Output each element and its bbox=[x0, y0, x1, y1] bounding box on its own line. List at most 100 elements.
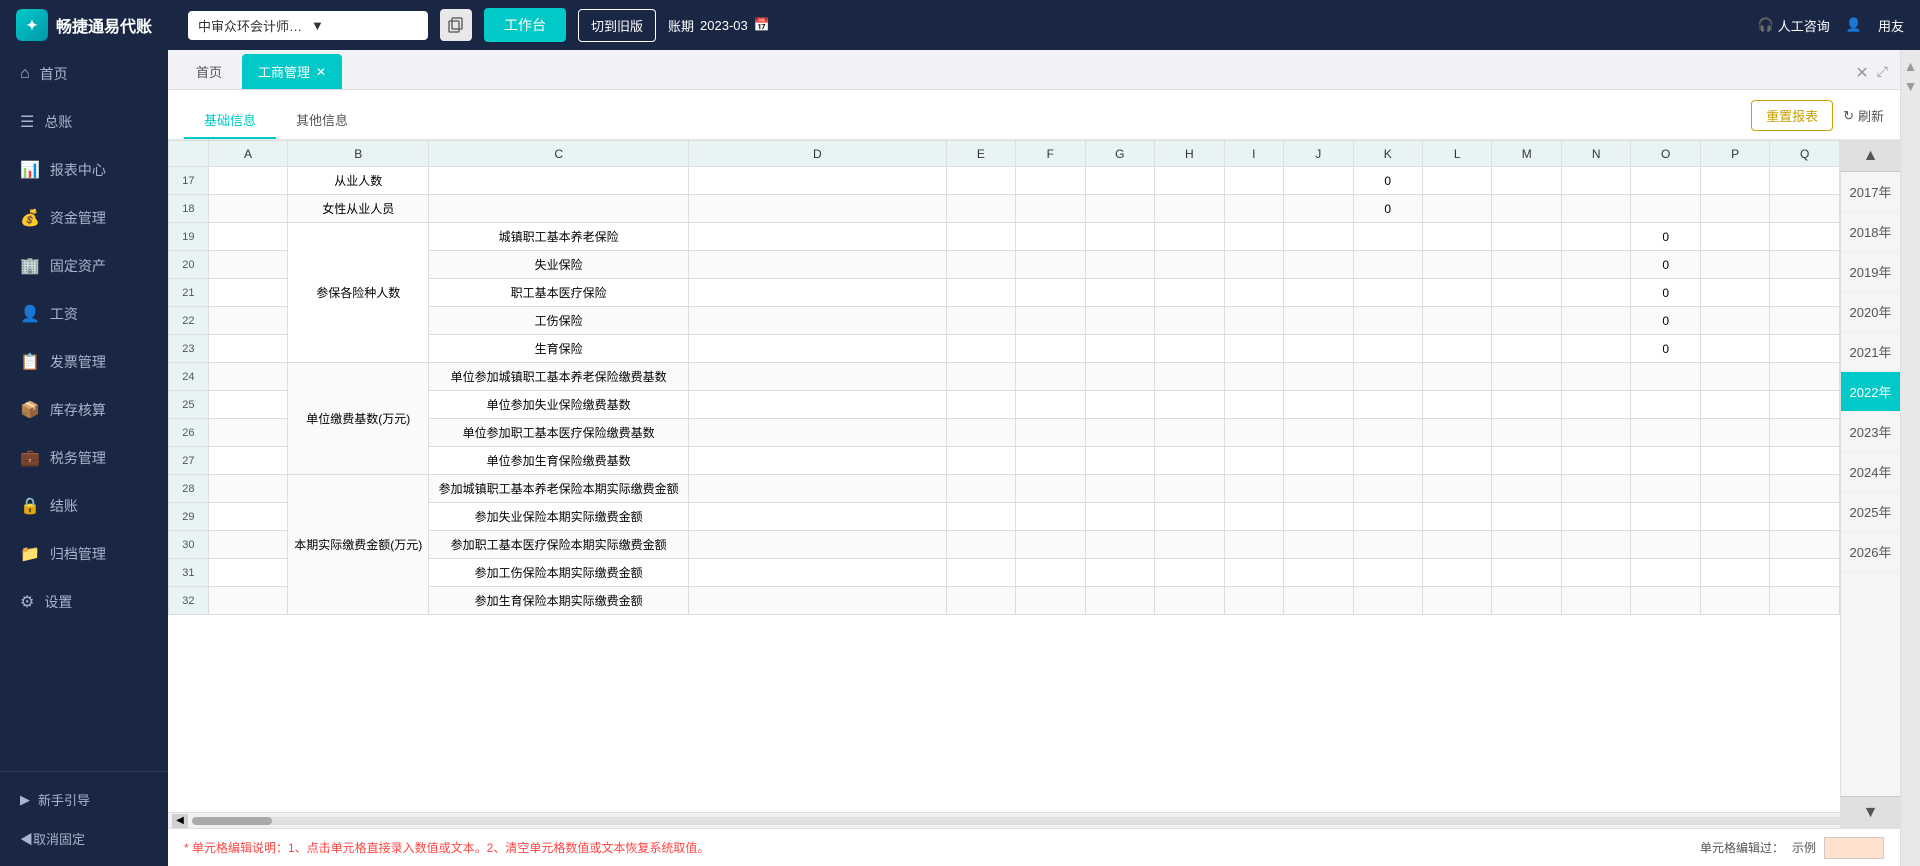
cell-20-D[interactable] bbox=[689, 251, 946, 279]
cell-26-N[interactable] bbox=[1561, 419, 1630, 447]
cell-18-P[interactable] bbox=[1700, 195, 1769, 223]
cell-29-P[interactable] bbox=[1700, 503, 1769, 531]
cell-22-O[interactable]: 0 bbox=[1631, 307, 1700, 335]
cell-26-Q[interactable] bbox=[1770, 419, 1840, 447]
cell-17-O[interactable] bbox=[1631, 167, 1700, 195]
cell-27-M[interactable] bbox=[1492, 447, 1562, 475]
cell-21-I[interactable] bbox=[1224, 279, 1284, 307]
horizontal-scrollbar[interactable]: ◀ ▶ bbox=[168, 812, 1900, 828]
cell-22-C[interactable]: 工伤保险 bbox=[429, 307, 689, 335]
sidebar-item-ledger[interactable]: ☰ 总账 bbox=[0, 98, 168, 146]
cell-30-H[interactable] bbox=[1155, 531, 1224, 559]
cell-20-M[interactable] bbox=[1492, 251, 1562, 279]
cell-21-M[interactable] bbox=[1492, 279, 1562, 307]
cell-30-Q[interactable] bbox=[1770, 531, 1840, 559]
cell-22-Q[interactable] bbox=[1770, 307, 1840, 335]
cell-22-G[interactable] bbox=[1085, 307, 1154, 335]
cell-28-J[interactable] bbox=[1284, 475, 1353, 503]
cell-30-M[interactable] bbox=[1492, 531, 1562, 559]
sidebar-item-funds[interactable]: 💰 资金管理 bbox=[0, 194, 168, 242]
cell-24-B-merged[interactable]: 单位缴费基数(万元) bbox=[288, 363, 429, 475]
cell-17-J[interactable] bbox=[1284, 167, 1353, 195]
cell-19-M[interactable] bbox=[1492, 223, 1562, 251]
cell-23-I[interactable] bbox=[1224, 335, 1284, 363]
cell-24-L[interactable] bbox=[1422, 363, 1491, 391]
cell-18-I[interactable] bbox=[1224, 195, 1284, 223]
cell-26-J[interactable] bbox=[1284, 419, 1353, 447]
cell-31-D[interactable] bbox=[689, 559, 946, 587]
cell-17-K[interactable]: 0 bbox=[1353, 167, 1422, 195]
cell-32-M[interactable] bbox=[1492, 587, 1562, 615]
cell-19-H[interactable] bbox=[1155, 223, 1224, 251]
cell-25-L[interactable] bbox=[1422, 391, 1491, 419]
cell-23-Q[interactable] bbox=[1770, 335, 1840, 363]
cell-24-N[interactable] bbox=[1561, 363, 1630, 391]
cell-25-F[interactable] bbox=[1016, 391, 1085, 419]
cell-20-P[interactable] bbox=[1700, 251, 1769, 279]
cell-27-I[interactable] bbox=[1224, 447, 1284, 475]
cell-18-O[interactable] bbox=[1631, 195, 1700, 223]
cell-20-H[interactable] bbox=[1155, 251, 1224, 279]
cell-27-J[interactable] bbox=[1284, 447, 1353, 475]
cell-21-L[interactable] bbox=[1422, 279, 1491, 307]
cell-20-Q[interactable] bbox=[1770, 251, 1840, 279]
cell-19-N[interactable] bbox=[1561, 223, 1630, 251]
cell-20-G[interactable] bbox=[1085, 251, 1154, 279]
cell-22-D[interactable] bbox=[689, 307, 946, 335]
cell-21-P[interactable] bbox=[1700, 279, 1769, 307]
cell-22-E[interactable] bbox=[946, 307, 1015, 335]
cell-28-A[interactable] bbox=[208, 475, 287, 503]
cell-26-P[interactable] bbox=[1700, 419, 1769, 447]
year-item-2017[interactable]: 2017年 bbox=[1841, 172, 1900, 212]
cell-23-N[interactable] bbox=[1561, 335, 1630, 363]
cell-22-F[interactable] bbox=[1016, 307, 1085, 335]
cell-23-A[interactable] bbox=[208, 335, 287, 363]
cell-18-E[interactable] bbox=[946, 195, 1015, 223]
cell-24-J[interactable] bbox=[1284, 363, 1353, 391]
sidebar-item-closing[interactable]: 🔒 结账 bbox=[0, 482, 168, 530]
cell-30-E[interactable] bbox=[946, 531, 1015, 559]
cell-24-M[interactable] bbox=[1492, 363, 1562, 391]
cell-28-N[interactable] bbox=[1561, 475, 1630, 503]
cell-25-I[interactable] bbox=[1224, 391, 1284, 419]
cell-31-I[interactable] bbox=[1224, 559, 1284, 587]
cell-32-O[interactable] bbox=[1631, 587, 1700, 615]
year-item-2023[interactable]: 2023年 bbox=[1841, 412, 1900, 452]
cell-25-G[interactable] bbox=[1085, 391, 1154, 419]
cell-28-F[interactable] bbox=[1016, 475, 1085, 503]
cell-32-K[interactable] bbox=[1353, 587, 1422, 615]
cell-31-L[interactable] bbox=[1422, 559, 1491, 587]
cell-24-E[interactable] bbox=[946, 363, 1015, 391]
cell-19-P[interactable] bbox=[1700, 223, 1769, 251]
cell-25-J[interactable] bbox=[1284, 391, 1353, 419]
company-selector[interactable]: 中审众环会计师事务所（特殊普通合伙… ▼ bbox=[188, 11, 428, 40]
cell-27-G[interactable] bbox=[1085, 447, 1154, 475]
cell-32-Q[interactable] bbox=[1770, 587, 1840, 615]
cell-19-E[interactable] bbox=[946, 223, 1015, 251]
cell-23-K[interactable] bbox=[1353, 335, 1422, 363]
cell-29-C[interactable]: 参加失业保险本期实际缴费金额 bbox=[429, 503, 689, 531]
year-item-2024[interactable]: 2024年 bbox=[1841, 452, 1900, 492]
cell-19-B-merged[interactable]: 参保各险种人数 bbox=[288, 223, 429, 363]
year-item-2020[interactable]: 2020年 bbox=[1841, 292, 1900, 332]
cell-19-A[interactable] bbox=[208, 223, 287, 251]
cell-31-F[interactable] bbox=[1016, 559, 1085, 587]
cell-27-F[interactable] bbox=[1016, 447, 1085, 475]
cell-17-C[interactable] bbox=[429, 167, 689, 195]
cell-26-H[interactable] bbox=[1155, 419, 1224, 447]
cell-17-E[interactable] bbox=[946, 167, 1015, 195]
cell-19-F[interactable] bbox=[1016, 223, 1085, 251]
year-item-2022[interactable]: 2022年 bbox=[1841, 372, 1900, 412]
cell-30-I[interactable] bbox=[1224, 531, 1284, 559]
cell-30-G[interactable] bbox=[1085, 531, 1154, 559]
cell-31-A[interactable] bbox=[208, 559, 287, 587]
reset-report-button[interactable]: 重置报表 bbox=[1751, 100, 1833, 131]
cell-19-J[interactable] bbox=[1284, 223, 1353, 251]
workbench-button[interactable]: 工作台 bbox=[484, 8, 566, 42]
cell-18-K[interactable]: 0 bbox=[1353, 195, 1422, 223]
cell-32-A[interactable] bbox=[208, 587, 287, 615]
cell-24-F[interactable] bbox=[1016, 363, 1085, 391]
cell-26-O[interactable] bbox=[1631, 419, 1700, 447]
cell-20-N[interactable] bbox=[1561, 251, 1630, 279]
cell-29-H[interactable] bbox=[1155, 503, 1224, 531]
